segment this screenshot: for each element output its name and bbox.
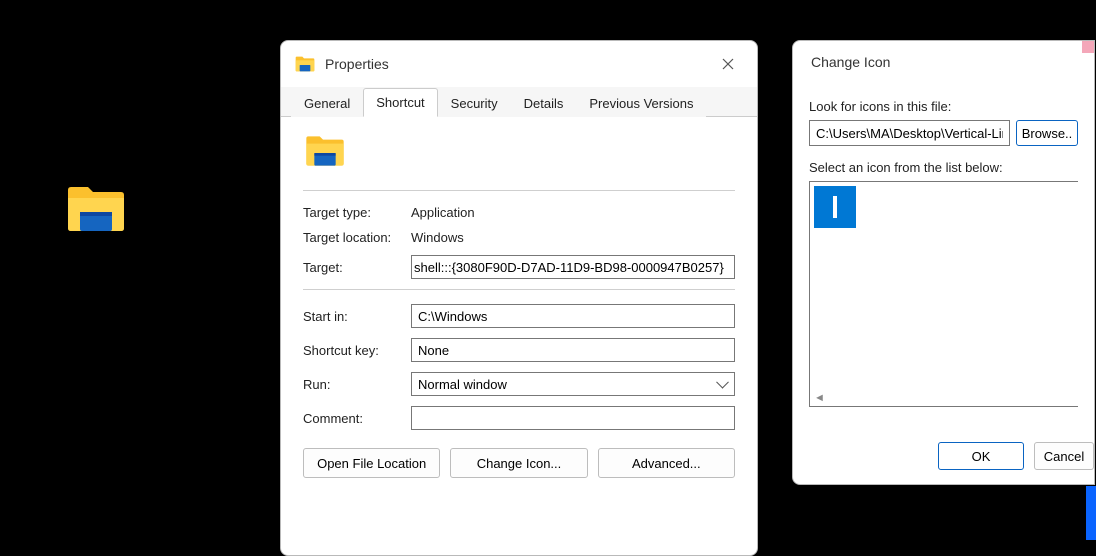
cancel-button[interactable]: Cancel	[1034, 442, 1094, 470]
close-button[interactable]	[709, 48, 747, 80]
divider	[303, 190, 735, 191]
label-shortcut-key: Shortcut key:	[303, 343, 411, 358]
target-input[interactable]	[411, 255, 735, 279]
file-explorer-icon	[305, 133, 345, 169]
tab-general[interactable]: General	[291, 89, 363, 117]
file-explorer-icon	[66, 184, 126, 234]
close-icon	[722, 58, 734, 70]
advanced-button[interactable]: Advanced...	[598, 448, 735, 478]
select-icon-label: Select an icon from the list below:	[809, 160, 1078, 175]
open-file-location-button[interactable]: Open File Location	[303, 448, 440, 478]
comment-input[interactable]	[411, 406, 735, 430]
tab-shortcut[interactable]: Shortcut	[363, 88, 437, 117]
icon-option-selected[interactable]	[814, 186, 856, 228]
tabstrip: General Shortcut Security Details Previo…	[281, 87, 757, 117]
label-start-in: Start in:	[303, 309, 411, 324]
vertical-line-icon	[833, 196, 837, 218]
change-icon-title: Change Icon	[807, 54, 1084, 70]
value-target-type: Application	[411, 205, 475, 220]
label-target-location: Target location:	[303, 230, 411, 245]
partial-element	[1086, 486, 1096, 540]
tab-security[interactable]: Security	[438, 89, 511, 117]
tab-details[interactable]: Details	[511, 89, 577, 117]
properties-window: Properties General Shortcut Security Det…	[280, 40, 758, 556]
properties-titlebar: Properties	[281, 41, 757, 87]
desktop-shortcut-file-explorer[interactable]	[66, 184, 126, 234]
icon-list[interactable]: ◄	[809, 181, 1078, 407]
label-comment: Comment:	[303, 411, 411, 426]
label-target-type: Target type:	[303, 205, 411, 220]
change-icon-window: Change Icon Look for icons in this file:…	[792, 40, 1095, 485]
ok-button[interactable]: OK	[938, 442, 1024, 470]
start-in-input[interactable]	[411, 304, 735, 328]
icon-path-input[interactable]	[809, 120, 1010, 146]
label-target: Target:	[303, 260, 411, 275]
browse-button[interactable]: Browse..	[1016, 120, 1078, 146]
divider	[303, 289, 735, 290]
look-for-icons-label: Look for icons in this file:	[809, 99, 1078, 114]
scroll-left-arrow[interactable]: ◄	[814, 392, 825, 404]
properties-title: Properties	[325, 56, 709, 72]
label-run: Run:	[303, 377, 411, 392]
file-explorer-icon	[295, 55, 315, 73]
close-button-partial[interactable]	[1082, 41, 1094, 53]
value-target-location: Windows	[411, 230, 464, 245]
run-select[interactable]: Normal window	[411, 372, 735, 396]
shortcut-key-input[interactable]	[411, 338, 735, 362]
tab-previous-versions[interactable]: Previous Versions	[576, 89, 706, 117]
change-icon-button[interactable]: Change Icon...	[450, 448, 587, 478]
